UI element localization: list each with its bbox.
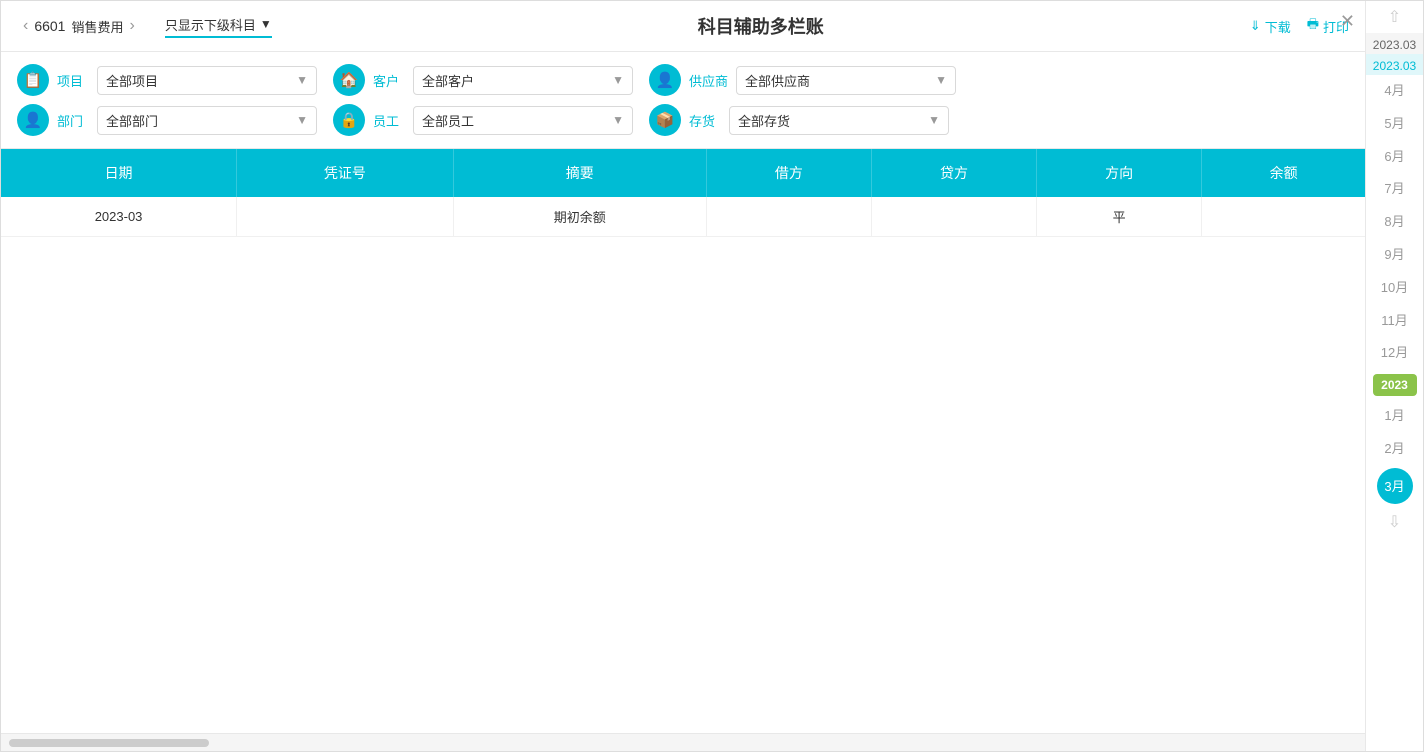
project-select[interactable]: 全部项目 ▼ <box>97 66 317 95</box>
col-balance: 余额 <box>1202 149 1365 197</box>
employee-label: 员工 <box>373 111 405 130</box>
chevron-down-icon: ▼ <box>296 113 308 127</box>
month-12[interactable]: 12月 <box>1366 337 1423 370</box>
col-summary: 摘要 <box>453 149 706 197</box>
table-row: 2023-03 期初余额 平 <box>1 197 1365 237</box>
col-credit: 贷方 <box>871 149 1036 197</box>
col-date: 日期 <box>1 149 237 197</box>
month-4[interactable]: 4月 <box>1366 75 1423 108</box>
supplier-select[interactable]: 全部供应商 ▼ <box>736 66 956 95</box>
project-icon: 📋 <box>17 64 49 96</box>
cell-date: 2023-03 <box>1 197 237 237</box>
table-container: 日期 凭证号 摘要 借方 贷方 方向 余额 2023-03 期初余额 <box>1 149 1365 752</box>
inventory-label: 存货 <box>689 111 721 130</box>
supplier-value: 全部供应商 <box>745 71 810 90</box>
filter-area: 📋 项目 全部项目 ▼ 🏠 客户 全部客户 ▼ 👤 <box>1 52 1365 149</box>
filter-row-2: 👤 部门 全部部门 ▼ 🔒 员工 全部员工 ▼ 📦 <box>17 104 1349 136</box>
dept-icon: 👤 <box>17 104 49 136</box>
account-code: 6601 <box>34 18 65 34</box>
project-label: 项目 <box>57 71 89 90</box>
month-2[interactable]: 2月 <box>1366 433 1423 466</box>
month-nav-up-button[interactable]: ⇧ <box>1366 1 1423 33</box>
month-nav-down-button[interactable]: ⇩ <box>1366 506 1423 538</box>
download-button[interactable]: ⇓ 下载 <box>1250 17 1291 36</box>
month-9[interactable]: 9月 <box>1366 239 1423 272</box>
account-name: 销售费用 <box>71 17 123 36</box>
scroll-thumb[interactable] <box>9 739 209 747</box>
customer-label: 客户 <box>373 71 405 90</box>
month-3-active[interactable]: 3月 <box>1377 468 1413 504</box>
employee-icon: 🔒 <box>333 104 365 136</box>
dept-value: 全部部门 <box>106 111 158 130</box>
table-header-row: 日期 凭证号 摘要 借方 贷方 方向 余额 <box>1 149 1365 197</box>
filter-row-1: 📋 项目 全部项目 ▼ 🏠 客户 全部客户 ▼ 👤 <box>17 64 1349 96</box>
chevron-down-icon: ▼ <box>935 73 947 87</box>
month-11[interactable]: 11月 <box>1366 305 1423 338</box>
col-debit: 借方 <box>706 149 871 197</box>
inventory-value: 全部存货 <box>738 111 790 130</box>
year-range-selected: 2023.03 <box>1366 54 1423 75</box>
employee-select[interactable]: 全部员工 ▼ <box>413 106 633 135</box>
top-actions: ⇓ 下载 🖶 打印 <box>1250 15 1349 37</box>
month-8[interactable]: 8月 <box>1366 206 1423 239</box>
month-1[interactable]: 1月 <box>1366 400 1423 433</box>
chevron-down-icon: ▼ <box>612 73 624 87</box>
next-account-button[interactable]: › <box>124 15 141 37</box>
chevron-down-icon: ▼ <box>928 113 940 127</box>
cell-debit <box>706 197 871 237</box>
month-5[interactable]: 5月 <box>1366 108 1423 141</box>
filter-inventory: 📦 存货 全部存货 ▼ <box>649 104 949 136</box>
cell-summary: 期初余额 <box>453 197 706 237</box>
main-window: ‹ 6601 销售费用 › 只显示下级科目 ▼ 科目辅助多栏账 ⇓ 下载 🖶 打… <box>0 0 1424 752</box>
horizontal-scrollbar[interactable] <box>1 733 1365 751</box>
show-sub-label: 只显示下级科目 <box>165 15 256 34</box>
customer-value: 全部客户 <box>422 71 474 90</box>
print-icon: 🖶 <box>1307 15 1319 37</box>
month-navigator: ⇧ 2023.03 2023.03 4月 5月 6月 7月 8月 9月 10月 … <box>1365 1 1423 752</box>
year-range-top: 2023.03 <box>1366 33 1423 54</box>
cell-direction: 平 <box>1037 197 1202 237</box>
show-sub-toggle[interactable]: 只显示下级科目 ▼ <box>165 15 272 38</box>
cell-voucher <box>237 197 453 237</box>
prev-account-button[interactable]: ‹ <box>17 15 34 37</box>
cell-balance <box>1202 197 1365 237</box>
month-6[interactable]: 6月 <box>1366 141 1423 174</box>
account-code-box: 6601 销售费用 <box>34 17 123 36</box>
supplier-label: 供应商 <box>689 71 728 90</box>
top-bar: ‹ 6601 销售费用 › 只显示下级科目 ▼ 科目辅助多栏账 ⇓ 下载 🖶 打… <box>1 1 1365 52</box>
filter-customer: 🏠 客户 全部客户 ▼ <box>333 64 633 96</box>
cell-credit <box>871 197 1036 237</box>
download-label: 下载 <box>1265 17 1291 36</box>
year-badge-2023[interactable]: 2023 <box>1373 374 1417 396</box>
chevron-down-icon: ▼ <box>612 113 624 127</box>
main-table: 日期 凭证号 摘要 借方 贷方 方向 余额 2023-03 期初余额 <box>1 149 1365 237</box>
month-7[interactable]: 7月 <box>1366 173 1423 206</box>
filter-employee: 🔒 员工 全部员工 ▼ <box>333 104 633 136</box>
inventory-select[interactable]: 全部存货 ▼ <box>729 106 949 135</box>
content-area: ‹ 6601 销售费用 › 只显示下级科目 ▼ 科目辅助多栏账 ⇓ 下载 🖶 打… <box>1 1 1423 752</box>
chevron-down-icon: ▼ <box>260 17 272 31</box>
inventory-icon: 📦 <box>649 104 681 136</box>
employee-value: 全部员工 <box>422 111 474 130</box>
customer-select[interactable]: 全部客户 ▼ <box>413 66 633 95</box>
col-direction: 方向 <box>1037 149 1202 197</box>
download-icon: ⇓ <box>1250 18 1261 34</box>
chevron-down-icon: ▼ <box>296 73 308 87</box>
project-value: 全部项目 <box>106 71 158 90</box>
col-voucher: 凭证号 <box>237 149 453 197</box>
filter-dept: 👤 部门 全部部门 ▼ <box>17 104 317 136</box>
filter-project: 📋 项目 全部项目 ▼ <box>17 64 317 96</box>
page-title: 科目辅助多栏账 <box>272 13 1250 39</box>
filter-supplier: 👤 供应商 全部供应商 ▼ <box>649 64 956 96</box>
supplier-icon: 👤 <box>649 64 681 96</box>
dept-label: 部门 <box>57 111 89 130</box>
customer-icon: 🏠 <box>333 64 365 96</box>
close-button[interactable]: ✕ <box>1340 11 1355 32</box>
dept-select[interactable]: 全部部门 ▼ <box>97 106 317 135</box>
month-10[interactable]: 10月 <box>1366 272 1423 305</box>
